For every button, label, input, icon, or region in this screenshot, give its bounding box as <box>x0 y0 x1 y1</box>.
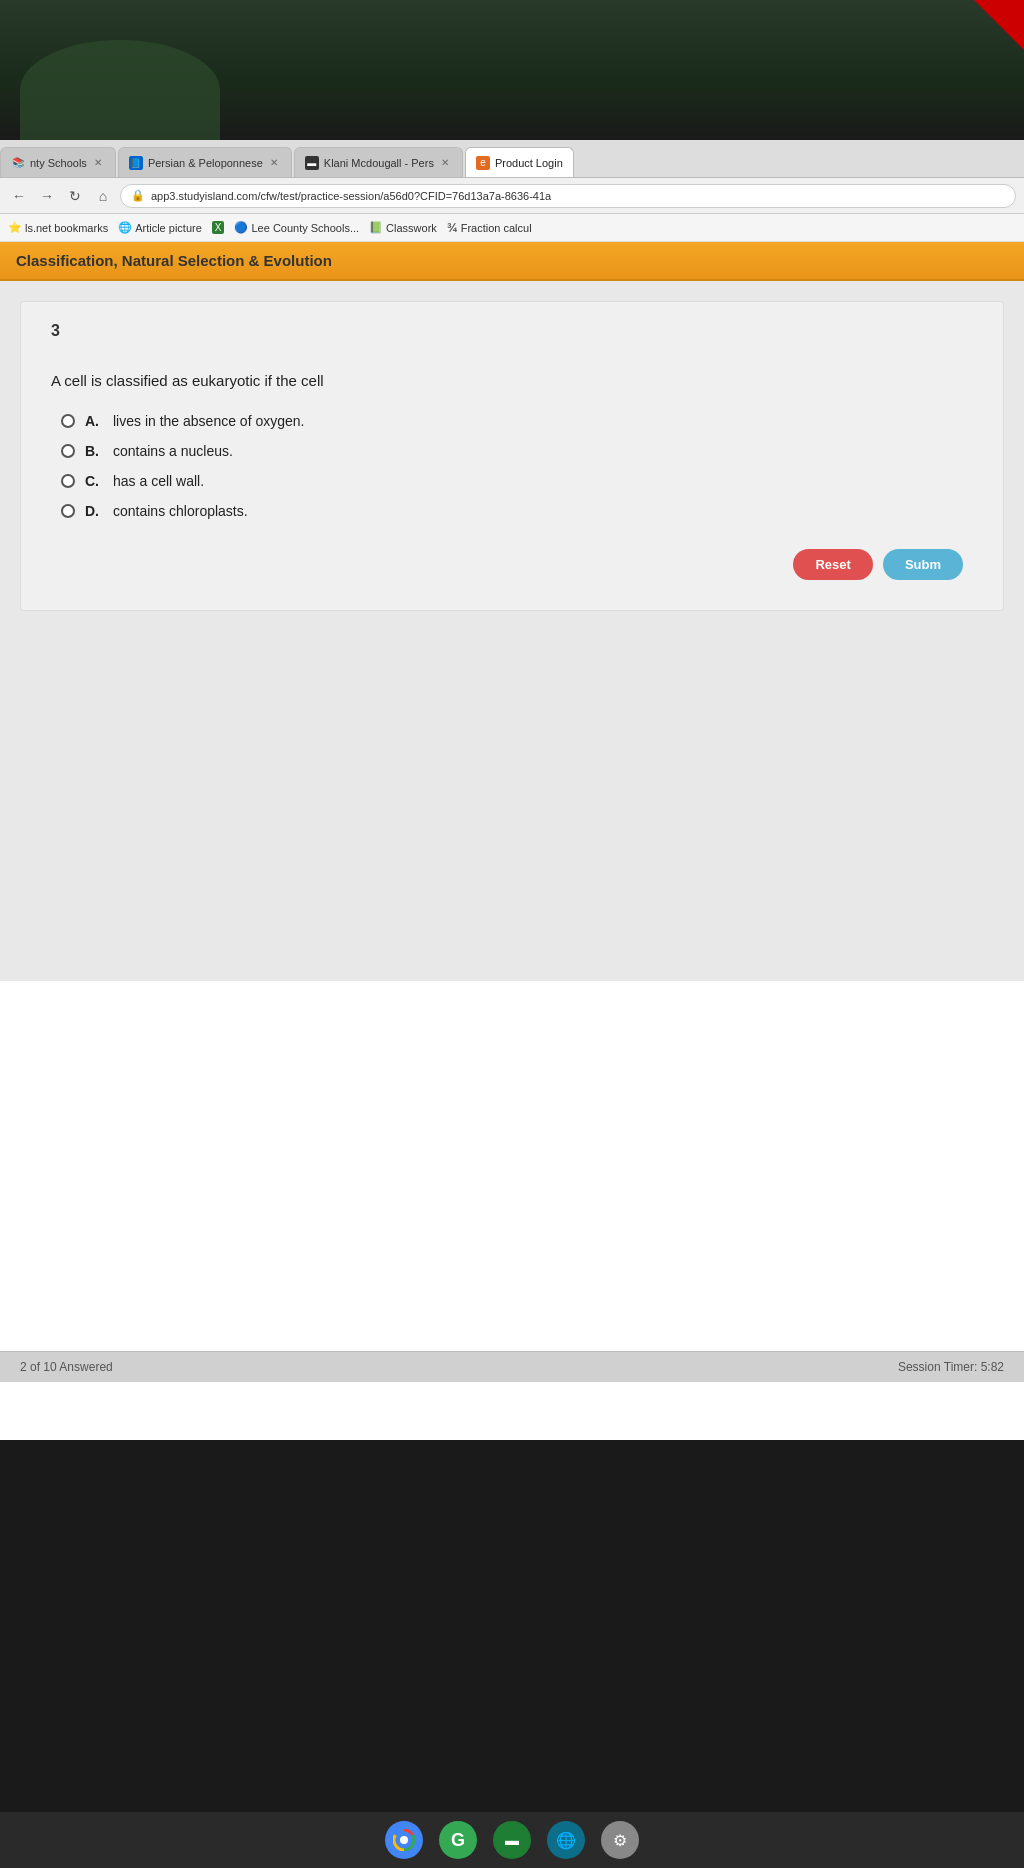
page-header-title: Classification, Natural Selection & Evol… <box>16 252 332 269</box>
tab-persian-icon: 📘 <box>129 156 143 170</box>
bookmarks-bar: ⭐ ls.net bookmarks 🌐 Article picture X 🔵… <box>0 214 1024 242</box>
address-field[interactable]: 🔒 app3.studyisland.com/cfw/test/practice… <box>120 184 1016 208</box>
back-button[interactable]: ← <box>8 185 30 207</box>
radio-d[interactable] <box>61 504 75 518</box>
option-b[interactable]: B. contains a nucleus. <box>61 443 973 459</box>
bookmark-lee-county[interactable]: 🔵 Lee County Schools... <box>234 221 359 234</box>
option-a-text: lives in the absence of oxygen. <box>113 413 304 429</box>
option-a-letter: A. <box>85 413 105 429</box>
tab-county-label: nty Schools <box>30 157 87 169</box>
bookmark-fraction[interactable]: ¾ Fraction calcul <box>447 220 532 235</box>
question-container: 3 A cell is classified as eukaryotic if … <box>20 301 1004 611</box>
address-text: app3.studyisland.com/cfw/test/practice-s… <box>151 190 551 202</box>
bookmark-classwork[interactable]: 📗 Classwork <box>369 221 437 234</box>
timer-status: Session Timer: 5:82 <box>898 1360 1004 1374</box>
tab-klani-close[interactable]: ✕ <box>438 156 452 170</box>
option-b-text: contains a nucleus. <box>113 443 233 459</box>
submit-button[interactable]: Subm <box>883 549 963 580</box>
tab-product-label: Product Login <box>495 157 563 169</box>
taskbar-darkgreen-icon[interactable]: ▬ <box>493 1821 531 1859</box>
option-c[interactable]: C. has a cell wall. <box>61 473 973 489</box>
tab-klani-icon: ▬ <box>305 156 319 170</box>
browser-window: 📚 nty Schools ✕ 📘 Persian & Peloponnese … <box>0 140 1024 1440</box>
taskbar-earth-icon[interactable]: 🌐 <box>547 1821 585 1859</box>
tab-bar: 📚 nty Schools ✕ 📘 Persian & Peloponnese … <box>0 140 1024 178</box>
radio-b[interactable] <box>61 444 75 458</box>
red-corner-accent <box>974 0 1024 50</box>
bookmark-ls-net-label: ls.net bookmarks <box>25 222 108 234</box>
bookmark-classwork-icon: 📗 <box>369 221 383 234</box>
option-d-text: contains chloroplasts. <box>113 503 248 519</box>
bookmark-article-label: Article picture <box>135 222 202 234</box>
taskbar-gray-icon[interactable]: ⚙ <box>601 1821 639 1859</box>
option-a[interactable]: A. lives in the absence of oxygen. <box>61 413 973 429</box>
bookmark-article-icon: 🌐 <box>118 221 132 234</box>
tab-persian-close[interactable]: ✕ <box>267 156 281 170</box>
lock-icon: 🔒 <box>131 189 145 202</box>
tab-persian-label: Persian & Peloponnese <box>148 157 263 169</box>
bookmark-lee-label: Lee County Schools... <box>251 222 359 234</box>
option-b-letter: B. <box>85 443 105 459</box>
home-button[interactable]: ⌂ <box>92 185 114 207</box>
bookmark-excel-icon: X <box>212 221 225 234</box>
tab-persian[interactable]: 📘 Persian & Peloponnese ✕ <box>118 147 292 177</box>
buttons-row: Reset Subm <box>51 549 973 580</box>
plant-decoration <box>20 40 220 140</box>
page-header: Classification, Natural Selection & Evol… <box>0 242 1024 281</box>
reload-button[interactable]: ↻ <box>64 185 86 207</box>
option-d-letter: D. <box>85 503 105 519</box>
bookmark-ls-net[interactable]: ⭐ ls.net bookmarks <box>8 221 108 234</box>
bookmark-ls-net-icon: ⭐ <box>8 221 22 234</box>
tab-county-close[interactable]: ✕ <box>91 156 105 170</box>
address-bar-row: ← → ↻ ⌂ 🔒 app3.studyisland.com/cfw/test/… <box>0 178 1024 214</box>
radio-a[interactable] <box>61 414 75 428</box>
tab-klani[interactable]: ▬ Klani Mcdougall - Pers ✕ <box>294 147 463 177</box>
radio-c[interactable] <box>61 474 75 488</box>
svg-point-1 <box>400 1836 408 1844</box>
main-content: 3 A cell is classified as eukaryotic if … <box>0 281 1024 981</box>
bookmark-fraction-label: Fraction calcul <box>461 222 532 234</box>
taskbar-green-icon[interactable]: G <box>439 1821 477 1859</box>
question-number: 3 <box>51 322 973 340</box>
answer-options: A. lives in the absence of oxygen. B. co… <box>61 413 973 519</box>
option-c-letter: C. <box>85 473 105 489</box>
tab-klani-label: Klani Mcdougall - Pers <box>324 157 434 169</box>
tab-product[interactable]: e Product Login <box>465 147 574 177</box>
bookmark-fraction-icon: ¾ <box>447 220 458 235</box>
question-text: A cell is classified as eukaryotic if th… <box>51 370 973 393</box>
top-decoration <box>0 0 1024 140</box>
bookmark-article[interactable]: 🌐 Article picture <box>118 221 202 234</box>
tab-county[interactable]: 📚 nty Schools ✕ <box>0 147 116 177</box>
option-c-text: has a cell wall. <box>113 473 204 489</box>
taskbar-chrome-icon[interactable] <box>385 1821 423 1859</box>
bookmark-lee-icon: 🔵 <box>234 221 248 234</box>
bookmark-classwork-label: Classwork <box>386 222 437 234</box>
answered-status: 2 of 10 Answered <box>20 1360 113 1374</box>
option-d[interactable]: D. contains chloroplasts. <box>61 503 973 519</box>
tab-product-icon: e <box>476 156 490 170</box>
bookmark-excel[interactable]: X <box>212 221 225 234</box>
status-bar: 2 of 10 Answered Session Timer: 5:82 <box>0 1351 1024 1382</box>
reset-button[interactable]: Reset <box>793 549 872 580</box>
forward-button[interactable]: → <box>36 185 58 207</box>
tab-county-icon: 📚 <box>11 156 25 170</box>
taskbar: G ▬ 🌐 ⚙ <box>0 1812 1024 1868</box>
